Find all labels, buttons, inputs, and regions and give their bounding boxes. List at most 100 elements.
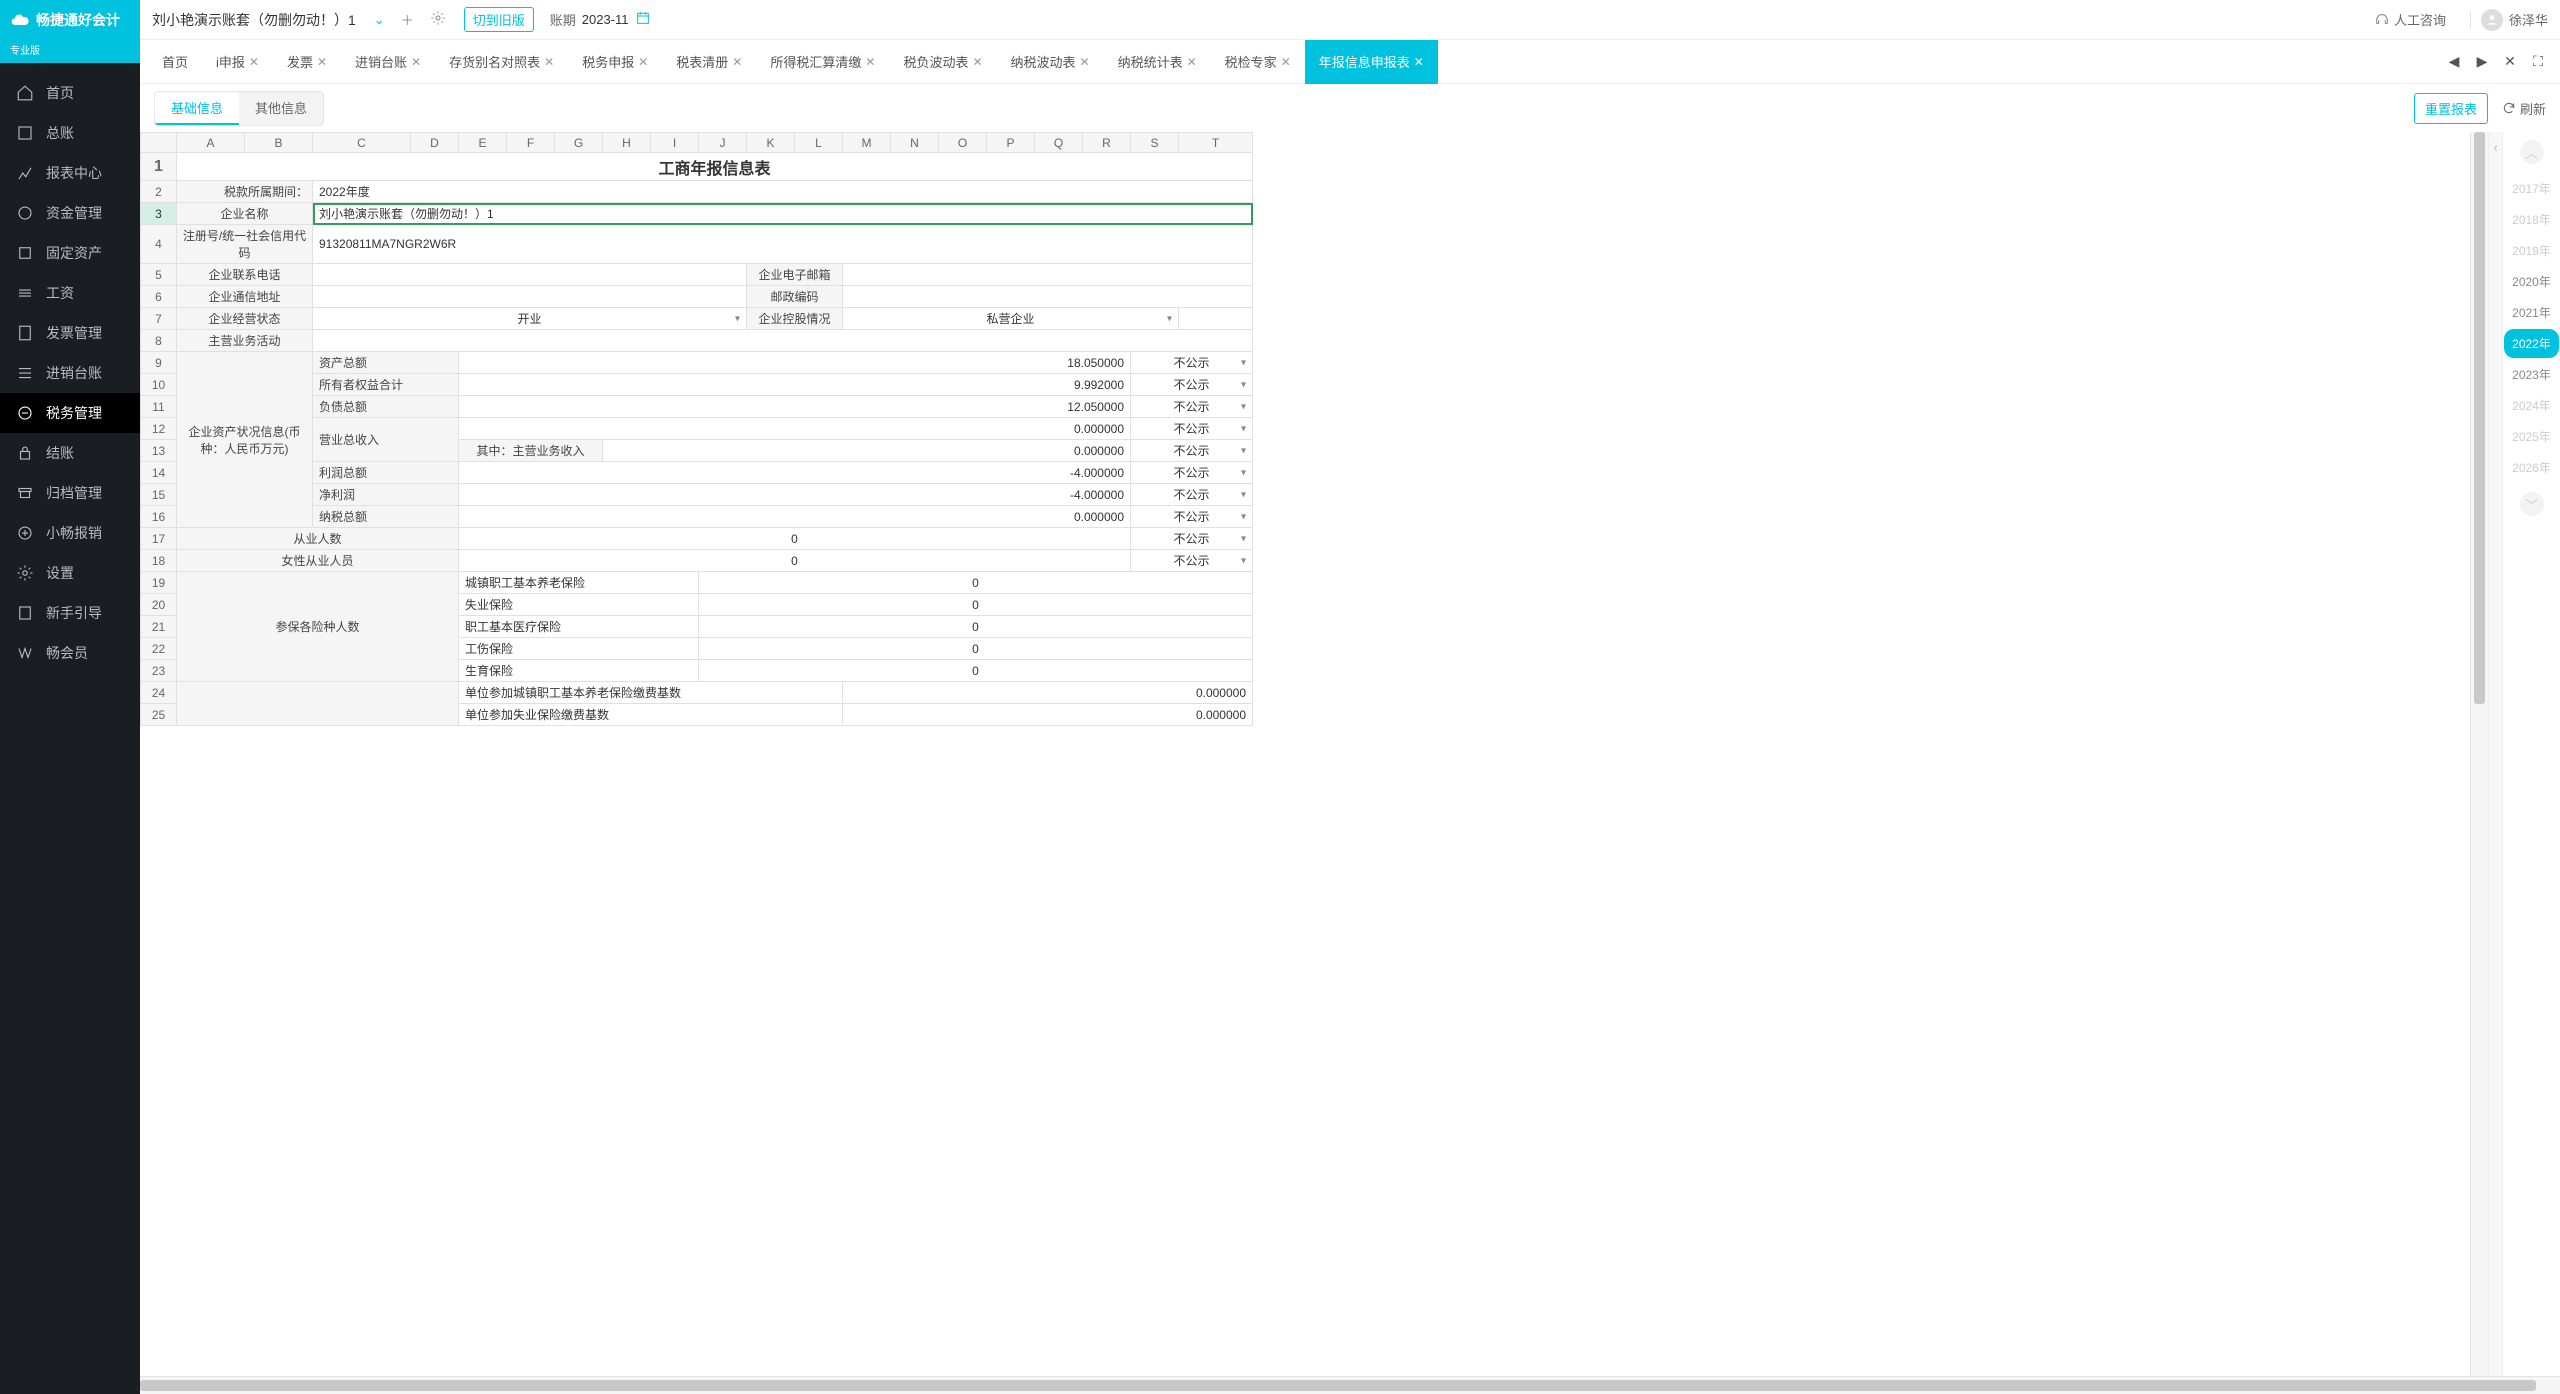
cell[interactable]: 0.000000 [843,704,1253,726]
cell-dropdown[interactable]: 不公示 [1131,550,1253,572]
year-item[interactable]: 2022年 [2504,329,2559,358]
col-header[interactable]: G [555,133,603,153]
row-header[interactable]: 20 [141,594,177,616]
subtab-basic[interactable]: 基础信息 [155,92,239,125]
row-header[interactable]: 4 [141,225,177,264]
col-header[interactable]: E [459,133,507,153]
subtab-other[interactable]: 其他信息 [239,92,323,125]
cell[interactable]: 0 [459,550,1131,572]
close-icon[interactable]: ✕ [638,55,648,69]
cell[interactable]: 0 [699,638,1253,660]
row-header[interactable]: 6 [141,286,177,308]
col-header[interactable]: S [1131,133,1179,153]
year-item[interactable]: 2023年 [2504,360,2559,389]
sidebar-item-assets[interactable]: 固定资产 [0,233,140,273]
sidebar-item-invoice[interactable]: 发票管理 [0,313,140,353]
cell[interactable]: 12.050000 [459,396,1131,418]
cell-dropdown[interactable]: 开业 [313,308,747,330]
sidebar-item-home[interactable]: 首页 [0,73,140,113]
year-scroll-down-icon[interactable]: ﹀ [2520,492,2544,516]
tab[interactable]: 税务申报✕ [568,40,662,84]
col-header[interactable]: F [507,133,555,153]
col-header[interactable]: T [1179,133,1253,153]
cell[interactable]: 0.000000 [603,440,1131,462]
horizontal-scrollbar[interactable] [140,1376,2560,1394]
close-icon[interactable]: ✕ [1187,55,1197,69]
sidebar-item-close[interactable]: 结账 [0,433,140,473]
cell[interactable]: 18.050000 [459,352,1131,374]
tab-next-icon[interactable]: ▶ [2468,48,2496,76]
cell[interactable]: 0 [699,660,1253,682]
sidebar-item-vip[interactable]: 畅会员 [0,633,140,673]
user-menu[interactable]: 徐泽华 [2481,9,2548,31]
sidebar-item-reimburse[interactable]: 小畅报销 [0,513,140,553]
cell-dropdown[interactable]: 不公示 [1131,396,1253,418]
cell[interactable]: 0 [459,528,1131,550]
year-item[interactable]: 2020年 [2504,267,2559,296]
row-header[interactable]: 21 [141,616,177,638]
cell[interactable]: 2022年度 [313,181,1253,203]
year-scroll-up-icon[interactable]: ︿ [2520,140,2544,164]
sidebar-item-reports[interactable]: 报表中心 [0,153,140,193]
row-header[interactable]: 16 [141,506,177,528]
cell[interactable] [313,286,747,308]
close-icon[interactable]: ✕ [865,55,875,69]
add-account-icon[interactable]: ＋ [401,10,414,29]
col-header[interactable]: J [699,133,747,153]
sidebar-item-inout[interactable]: 进销台账 [0,353,140,393]
row-header[interactable]: 23 [141,660,177,682]
row-header[interactable]: 12 [141,418,177,440]
cell[interactable] [313,330,1253,352]
sidebar-item-salary[interactable]: 工资 [0,273,140,313]
cell[interactable]: 0.000000 [459,418,1131,440]
account-dropdown-icon[interactable]: ⌄ [374,12,385,28]
row-header[interactable]: 5 [141,264,177,286]
col-header[interactable]: C [313,133,411,153]
col-header[interactable]: Q [1035,133,1083,153]
cell[interactable]: 91320811MA7NGR2W6R [313,225,1253,264]
cell-dropdown[interactable]: 不公示 [1131,506,1253,528]
close-icon[interactable]: ✕ [544,55,554,69]
tab[interactable]: 税检专家✕ [1211,40,1305,84]
cell-dropdown[interactable]: 不公示 [1131,528,1253,550]
cell-dropdown[interactable]: 私营企业 [843,308,1179,330]
col-header[interactable]: O [939,133,987,153]
fullscreen-icon[interactable]: ⛶ [2524,48,2552,76]
cell-dropdown[interactable]: 不公示 [1131,352,1253,374]
tab-close-all-icon[interactable]: ✕ [2496,48,2524,76]
sidebar-item-settings[interactable]: 设置 [0,553,140,593]
col-header[interactable]: A [177,133,245,153]
col-header[interactable]: I [651,133,699,153]
cell[interactable] [313,264,747,286]
row-header[interactable]: 18 [141,550,177,572]
cell[interactable]: 0 [699,594,1253,616]
cell[interactable] [843,264,1253,286]
close-icon[interactable]: ✕ [249,55,259,69]
calendar-icon[interactable] [635,10,651,29]
cell[interactable] [843,286,1253,308]
row-header[interactable]: 22 [141,638,177,660]
row-header[interactable]: 2 [141,181,177,203]
sidebar-item-guide[interactable]: 新手引导 [0,593,140,633]
row-header[interactable]: 9 [141,352,177,374]
switch-old-button[interactable]: 切到旧版 [464,7,534,32]
tab[interactable]: 所得税汇算清缴✕ [756,40,889,84]
cell[interactable]: -4.000000 [459,484,1131,506]
row-header[interactable]: 10 [141,374,177,396]
col-header[interactable]: H [603,133,651,153]
row-header[interactable]: 8 [141,330,177,352]
vertical-scrollbar[interactable] [2470,132,2488,1376]
cell[interactable]: 0 [699,616,1253,638]
spreadsheet[interactable]: ABCDEFGHIJKLMNOPQRST /* fix: we'll rende… [140,132,2470,1376]
cell[interactable]: 0.000000 [843,682,1253,704]
col-header[interactable]: L [795,133,843,153]
sidebar-item-archive[interactable]: 归档管理 [0,473,140,513]
row-header[interactable]: 3 [141,203,177,225]
close-icon[interactable]: ✕ [1281,55,1291,69]
col-header[interactable]: B [245,133,313,153]
close-icon[interactable]: ✕ [1414,55,1424,69]
row-header[interactable]: 24 [141,682,177,704]
cell-selected[interactable]: 刘小艳演示账套（勿删勿动！）1 [313,203,1253,225]
cell[interactable]: 9.992000 [459,374,1131,396]
cell-dropdown[interactable]: 不公示 [1131,462,1253,484]
